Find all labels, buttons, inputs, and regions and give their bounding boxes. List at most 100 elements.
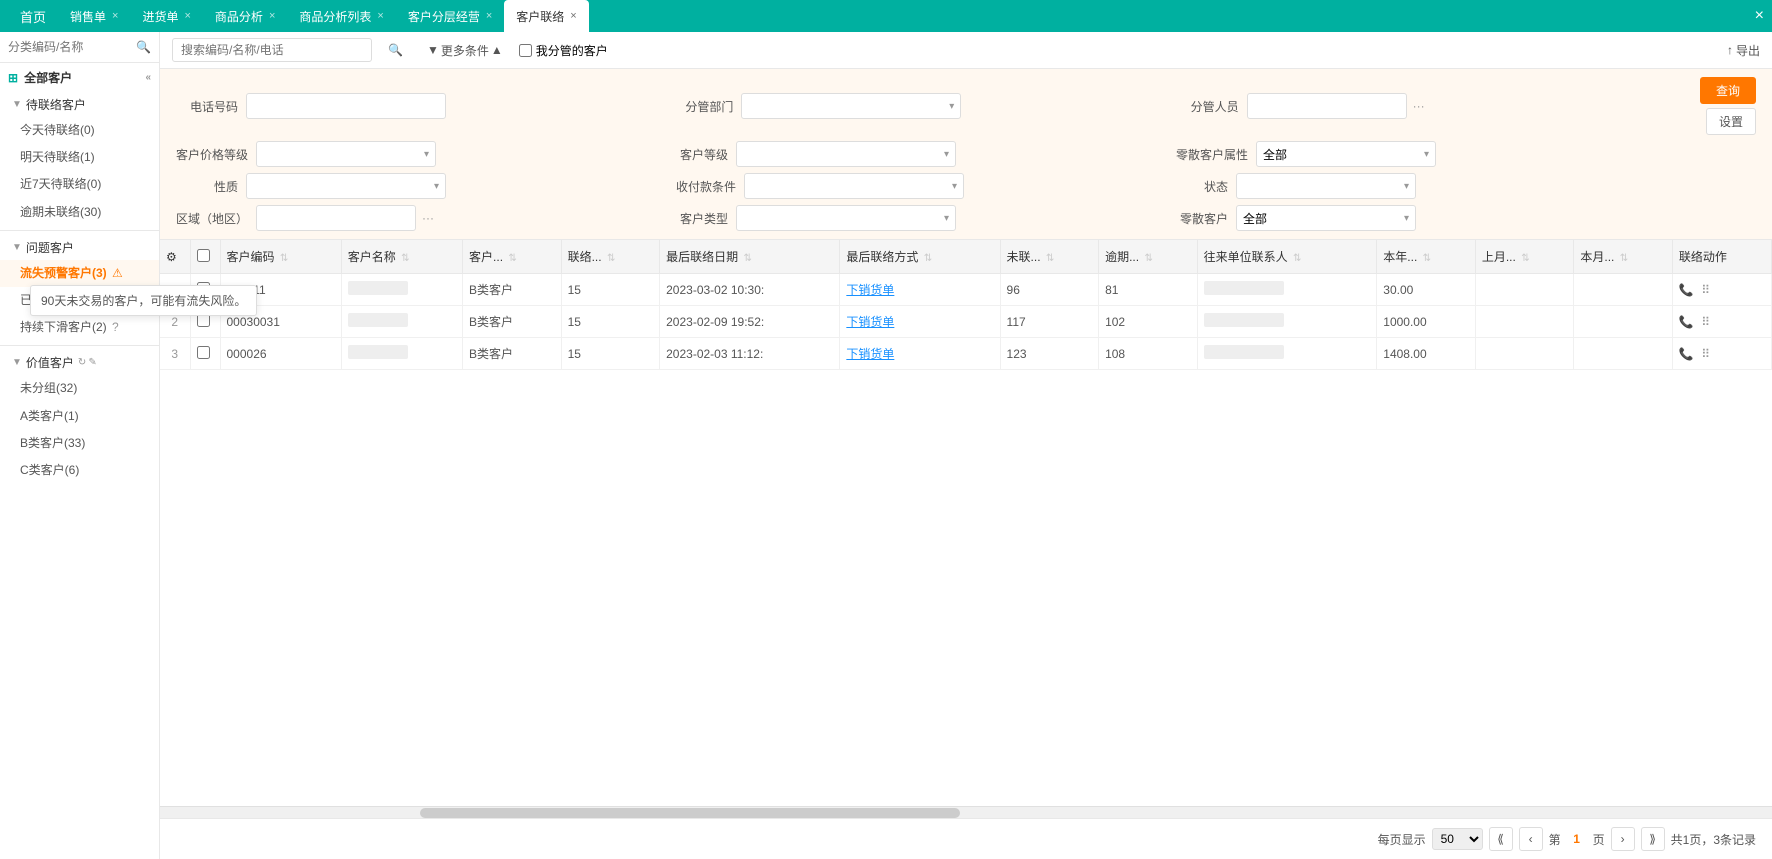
tab-analysis-list[interactable]: 商品分析列表 × <box>287 0 395 32</box>
th-last-date[interactable]: 最后联络日期 ⇅ <box>660 240 840 274</box>
more-action-icon[interactable]: ⠿ <box>1701 283 1710 297</box>
th-settings[interactable]: ⚙ <box>160 240 190 274</box>
sidebar-item-tomorrow[interactable]: 明天待联络(1) <box>0 144 159 171</box>
th-checkbox[interactable] <box>190 240 220 274</box>
th-overdue[interactable]: 逾期... ⇅ <box>1099 240 1198 274</box>
row-year-2: 1000.00 <box>1377 306 1476 338</box>
all-customers-header[interactable]: ⊞ 全部客户 « <box>0 63 159 92</box>
filter-nature-select[interactable]: ▾ <box>246 173 446 199</box>
th-type[interactable]: 客户... ⇅ <box>463 240 562 274</box>
page-last-button[interactable]: ⟫ <box>1641 827 1665 851</box>
sidebar-item-overdue[interactable]: 逾期未联络(30) <box>0 199 159 226</box>
select-all-checkbox[interactable] <box>197 249 210 262</box>
nav-home[interactable]: 首页 <box>8 0 58 32</box>
page-prev-button[interactable]: ‹ <box>1519 827 1543 851</box>
sidebar-item-7days[interactable]: 近7天待联络(0) <box>0 171 159 198</box>
close-tab-analysis-list[interactable]: × <box>377 10 383 22</box>
tab-purchase[interactable]: 进货单 × <box>130 0 202 32</box>
group-arrow-problem: ▼ <box>12 242 22 253</box>
advanced-filter-panel: 电话号码 分管部门 ▾ 分管人员 ··· 查询 设置 <box>160 69 1772 240</box>
edit-icon[interactable]: ✎ <box>88 357 96 368</box>
group-value-customers[interactable]: ▼ 价值客户 ↻ ✎ <box>0 350 159 375</box>
sort-icon-uncontact: ⇅ <box>1046 253 1054 264</box>
row-method-1[interactable]: 下销货单 <box>840 274 1000 306</box>
sidebar-item-churn-warning[interactable]: 流失预警客户(3) ⚠ <box>0 260 159 287</box>
sort-icon-thismonth: ⇅ <box>1620 253 1628 264</box>
sidebar-item-a-class[interactable]: A类客户(1) <box>0 403 159 430</box>
th-name[interactable]: 客户名称 ⇅ <box>341 240 462 274</box>
sidebar-item-ungroup[interactable]: 未分组(32) <box>0 375 159 402</box>
filter-person-input[interactable] <box>1247 93 1407 119</box>
phone-icon2[interactable]: 📞 <box>1679 315 1694 329</box>
close-tab-customer-tier[interactable]: × <box>486 10 492 22</box>
close-tab-analysis[interactable]: × <box>269 10 275 22</box>
page-next-button[interactable]: › <box>1611 827 1635 851</box>
page-first-button[interactable]: ⟪ <box>1489 827 1513 851</box>
export-button[interactable]: ↑ 导出 <box>1727 42 1760 59</box>
window-close-icon[interactable]: × <box>1755 7 1764 25</box>
filter-customer-type-select[interactable]: ▾ <box>736 205 956 231</box>
tab-customer-contact[interactable]: 客户联络 × <box>504 0 588 32</box>
filter-region-input[interactable] <box>256 205 416 231</box>
refresh-icon[interactable]: ↻ <box>78 357 86 368</box>
filter-price-level-select[interactable]: ▾ <box>256 141 436 167</box>
th-contact-count[interactable]: 联络... ⇅ <box>561 240 660 274</box>
row-action-3[interactable]: 📞 ⠿ <box>1672 338 1771 370</box>
filter-person-ellipsis[interactable]: ··· <box>1407 99 1431 113</box>
filter-customer-level-select[interactable]: ▾ <box>736 141 956 167</box>
chevron-down-icon7: ▾ <box>1404 181 1409 192</box>
group-pending-contact[interactable]: ▼ 待联络客户 <box>0 92 159 117</box>
sidebar-search-icon[interactable]: 🔍 <box>136 40 151 54</box>
sidebar-search-input[interactable] <box>8 40 136 54</box>
filter-retail-attr-select[interactable]: 全部 ▾ <box>1256 141 1436 167</box>
row-method-3[interactable]: 下销货单 <box>840 338 1000 370</box>
th-last-method[interactable]: 最后联络方式 ⇅ <box>840 240 1000 274</box>
my-customers-checkbox[interactable] <box>519 44 532 57</box>
th-uncontact[interactable]: 未联... ⇅ <box>1000 240 1099 274</box>
close-tab-customer-contact[interactable]: × <box>570 10 576 22</box>
phone-icon[interactable]: 📞 <box>1679 283 1694 297</box>
th-code[interactable]: 客户编码 ⇅ <box>220 240 341 274</box>
per-page-select[interactable]: 50 100 200 <box>1432 828 1483 850</box>
sidebar-item-b-class[interactable]: B类客户(33) <box>0 430 159 457</box>
filter-retail-customer-select[interactable]: 全部 ▾ <box>1236 205 1416 231</box>
search-button[interactable]: 🔍 <box>380 40 411 60</box>
sidebar-item-c-class[interactable]: C类客户(6) <box>0 457 159 484</box>
tab-analysis[interactable]: 商品分析 × <box>203 0 287 32</box>
more-action-icon3[interactable]: ⠿ <box>1701 347 1710 361</box>
th-year[interactable]: 本年... ⇅ <box>1377 240 1476 274</box>
filter-customer-level: 客户等级 ▾ <box>676 141 1176 167</box>
query-button[interactable]: 查询 <box>1700 77 1756 104</box>
filter-search-input[interactable] <box>172 38 372 62</box>
row-method-2[interactable]: 下销货单 <box>840 306 1000 338</box>
close-tab-sales[interactable]: × <box>112 10 118 22</box>
group-problem-customers[interactable]: ▼ 问题客户 <box>0 235 159 260</box>
th-this-month[interactable]: 本月... ⇅ <box>1574 240 1673 274</box>
filter-status-select[interactable]: ▾ <box>1236 173 1416 199</box>
filter-dept-label: 分管部门 <box>681 98 741 115</box>
th-last-month[interactable]: 上月... ⇅ <box>1475 240 1574 274</box>
more-conditions-button[interactable]: ▼ 更多条件 ▲ <box>419 39 511 62</box>
row-action-2[interactable]: 📞 ⠿ <box>1672 306 1771 338</box>
sidebar-collapse-icon[interactable]: « <box>145 72 151 83</box>
filter-dept-select[interactable]: ▾ <box>741 93 961 119</box>
sort-icon-year: ⇅ <box>1423 253 1431 264</box>
th-liaison[interactable]: 往来单位联系人 ⇅ <box>1197 240 1377 274</box>
row-overdue-3: 108 <box>1099 338 1198 370</box>
sidebar-item-today[interactable]: 今天待联络(0) <box>0 117 159 144</box>
sidebar-item-declining[interactable]: 持续下滑客户(2) ? <box>0 314 159 341</box>
filter-phone-input[interactable] <box>246 93 446 119</box>
filter-payment-select[interactable]: ▾ <box>744 173 964 199</box>
phone-icon3[interactable]: 📞 <box>1679 347 1694 361</box>
row-checkbox-3[interactable] <box>190 338 220 370</box>
filter-retail-attr: 零散客户属性 全部 ▾ <box>1176 141 1676 167</box>
tab-sales[interactable]: 销售单 × <box>58 0 130 32</box>
scrollbar-thumb[interactable] <box>420 808 960 818</box>
settings-button[interactable]: 设置 <box>1706 108 1756 135</box>
horizontal-scrollbar[interactable] <box>160 806 1772 818</box>
row-action-1[interactable]: 📞 ⠿ <box>1672 274 1771 306</box>
filter-region-ellipsis[interactable]: ··· <box>416 211 440 225</box>
close-tab-purchase[interactable]: × <box>184 10 190 22</box>
more-action-icon2[interactable]: ⠿ <box>1701 315 1710 329</box>
tab-customer-tier[interactable]: 客户分层经营 × <box>396 0 504 32</box>
